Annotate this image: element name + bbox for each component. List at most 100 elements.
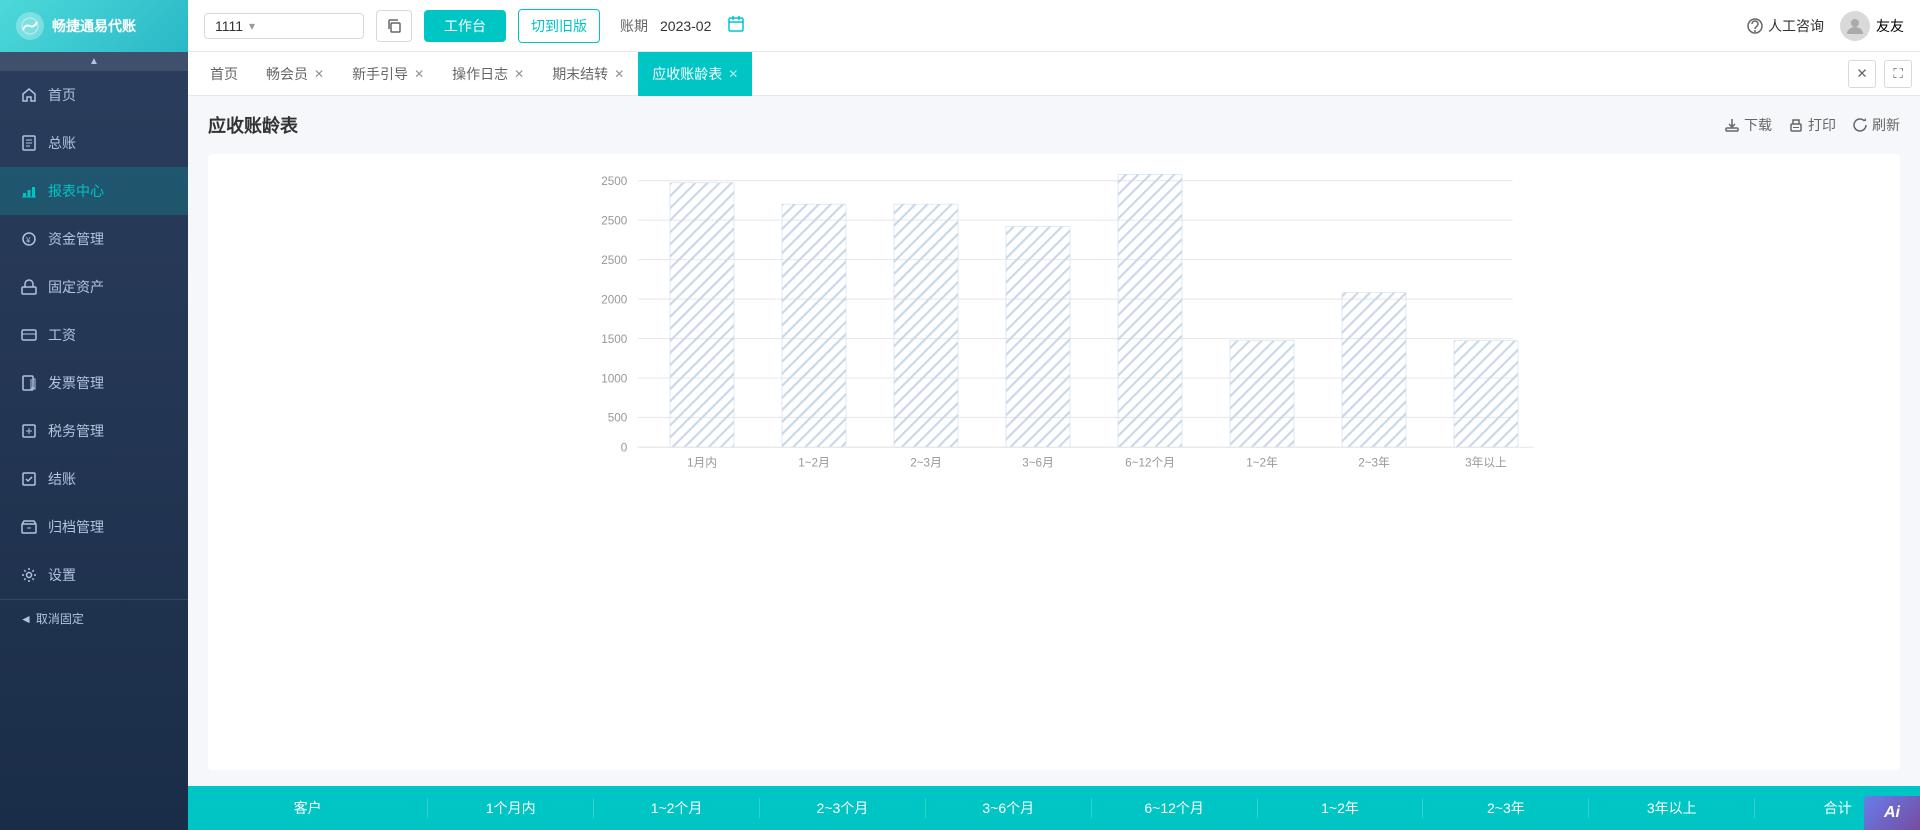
tab-bar: 首页 畅会员 ✕ 新手引导 ✕ 操作日志 ✕ 期末结转 ✕ 应收账龄表 ✕ (188, 52, 1920, 96)
consulting-label: 人工咨询 (1768, 16, 1824, 36)
sidebar-label-checkout: 结账 (48, 469, 76, 489)
sidebar-item-salary[interactable]: 工资 (0, 311, 188, 359)
svg-text:2000: 2000 (601, 293, 628, 306)
sidebar-item-settings[interactable]: 设置 (0, 551, 188, 599)
tab-home[interactable]: 首页 (196, 52, 252, 96)
tab-close-all-button[interactable]: ✕ (1848, 60, 1876, 88)
col-6-12month: 6~12个月 (1092, 798, 1258, 818)
svg-text:1000: 1000 (601, 372, 628, 385)
col-customer: 客户 (188, 798, 428, 818)
bar-4 (1118, 174, 1182, 447)
svg-text:1~2年: 1~2年 (1246, 456, 1278, 470)
workbench-button[interactable]: 工作台 (424, 10, 506, 42)
tab-guide-close[interactable]: ✕ (414, 68, 424, 80)
bar-6 (1342, 293, 1406, 448)
sidebar-item-tax[interactable]: 税务管理 (0, 407, 188, 455)
tab-oplog[interactable]: 操作日志 ✕ (438, 52, 538, 96)
sidebar-item-funds[interactable]: ¥ 资金管理 (0, 215, 188, 263)
username: 友友 (1876, 16, 1904, 36)
copy-button[interactable] (376, 10, 412, 42)
sidebar-label-salary: 工资 (48, 325, 76, 345)
page-actions: 下载 打印 (1724, 115, 1900, 135)
avatar (1840, 11, 1870, 41)
svg-text:6~12个月: 6~12个月 (1125, 457, 1175, 470)
col-2-3month: 2~3个月 (760, 798, 926, 818)
bar-3 (1006, 227, 1070, 448)
home-icon (20, 86, 38, 104)
refresh-label: 刷新 (1872, 115, 1900, 135)
calendar-icon[interactable] (727, 15, 745, 36)
download-button[interactable]: 下载 (1724, 115, 1772, 135)
settings-icon (20, 566, 38, 584)
tab-home-label: 首页 (210, 64, 238, 84)
logo-area: 畅捷通易代账 (0, 0, 188, 52)
svg-text:0: 0 (621, 442, 628, 455)
tab-member-close[interactable]: ✕ (314, 68, 324, 80)
checkout-icon (20, 470, 38, 488)
svg-text:2500: 2500 (601, 214, 628, 227)
svg-text:2500: 2500 (601, 254, 628, 267)
sidebar: ▲ 首页 总账 (0, 52, 188, 830)
refresh-button[interactable]: 刷新 (1852, 115, 1900, 135)
sidebar-item-ledger[interactable]: 总账 (0, 119, 188, 167)
header-right: 人工咨询 友友 (1746, 11, 1904, 41)
consulting-button[interactable]: 人工咨询 (1746, 16, 1824, 36)
page-content: 应收账龄表 下载 (188, 96, 1920, 786)
svg-text:2500: 2500 (601, 175, 628, 188)
print-button[interactable]: 打印 (1788, 115, 1836, 135)
tab-bar-actions: ✕ ⛶ (1848, 60, 1912, 88)
main-layout: ▲ 首页 总账 (0, 52, 1920, 830)
tab-member[interactable]: 畅会员 ✕ (252, 52, 338, 96)
sidebar-label-archive: 归档管理 (48, 517, 104, 537)
sidebar-item-checkout[interactable]: 结账 (0, 455, 188, 503)
page-title: 应收账龄表 (208, 112, 298, 138)
bar-2 (894, 204, 958, 447)
invoice-icon (20, 374, 38, 392)
assets-icon (20, 278, 38, 296)
user-area[interactable]: 友友 (1840, 11, 1904, 41)
period-label: 账期 (620, 16, 648, 36)
svg-text:1~2月: 1~2月 (798, 457, 830, 470)
tab-guide[interactable]: 新手引导 ✕ (338, 52, 438, 96)
ai-badge[interactable]: Ai (1864, 796, 1920, 830)
sidebar-label-funds: 资金管理 (48, 229, 104, 249)
tab-araging[interactable]: 应收账龄表 ✕ (638, 52, 752, 96)
print-label: 打印 (1808, 115, 1836, 135)
sidebar-item-home[interactable]: 首页 (0, 71, 188, 119)
sidebar-item-invoice[interactable]: 发票管理 (0, 359, 188, 407)
switch-version-button[interactable]: 切到旧版 (518, 9, 600, 43)
svg-text:1500: 1500 (601, 333, 628, 346)
sidebar-label-reports: 报表中心 (48, 181, 104, 201)
cancel-fixed-button[interactable]: ◄ 取消固定 (0, 599, 188, 637)
sidebar-item-assets[interactable]: 固定资产 (0, 263, 188, 311)
sidebar-label-assets: 固定资产 (48, 277, 104, 297)
col-2-3year: 2~3年 (1423, 798, 1589, 818)
top-header: 畅捷通易代账 1111 ▾ 工作台 切到旧版 账期 2023-02 (0, 0, 1920, 52)
sidebar-item-reports[interactable]: 报表中心 (0, 167, 188, 215)
company-select[interactable]: 1111 ▾ (204, 13, 364, 39)
col-1month: 1个月内 (428, 798, 594, 818)
sidebar-label-tax: 税务管理 (48, 421, 104, 441)
chart-container: 2500 2500 2500 2000 1500 1000 500 0 (208, 154, 1900, 770)
bar-7 (1454, 341, 1518, 448)
sidebar-scroll-up[interactable]: ▲ (0, 52, 188, 71)
tab-member-label: 畅会员 (266, 64, 308, 84)
period-value: 2023-02 (660, 18, 711, 34)
cancel-fixed-label: 取消固定 (36, 610, 84, 627)
sidebar-label-invoice: 发票管理 (48, 373, 104, 393)
svg-text:3~6月: 3~6月 (1022, 457, 1054, 470)
col-3-6month: 3~6个月 (926, 798, 1092, 818)
tab-yearend-close[interactable]: ✕ (614, 68, 624, 80)
sidebar-label-settings: 设置 (48, 565, 76, 585)
tab-oplog-close[interactable]: ✕ (514, 68, 524, 80)
svg-text:¥: ¥ (25, 236, 31, 245)
sidebar-item-archive[interactable]: 归档管理 (0, 503, 188, 551)
reports-icon (20, 182, 38, 200)
svg-text:3年以上: 3年以上 (1465, 456, 1507, 470)
table-header: 客户 1个月内 1~2个月 2~3个月 3~6个月 6~12个月 1~2年 2~… (188, 786, 1920, 830)
tab-expand-button[interactable]: ⛶ (1884, 60, 1912, 88)
tab-yearend[interactable]: 期末结转 ✕ (538, 52, 638, 96)
tab-araging-close[interactable]: ✕ (728, 68, 738, 80)
col-1-2month: 1~2个月 (594, 798, 760, 818)
sidebar-label-ledger: 总账 (48, 133, 76, 153)
